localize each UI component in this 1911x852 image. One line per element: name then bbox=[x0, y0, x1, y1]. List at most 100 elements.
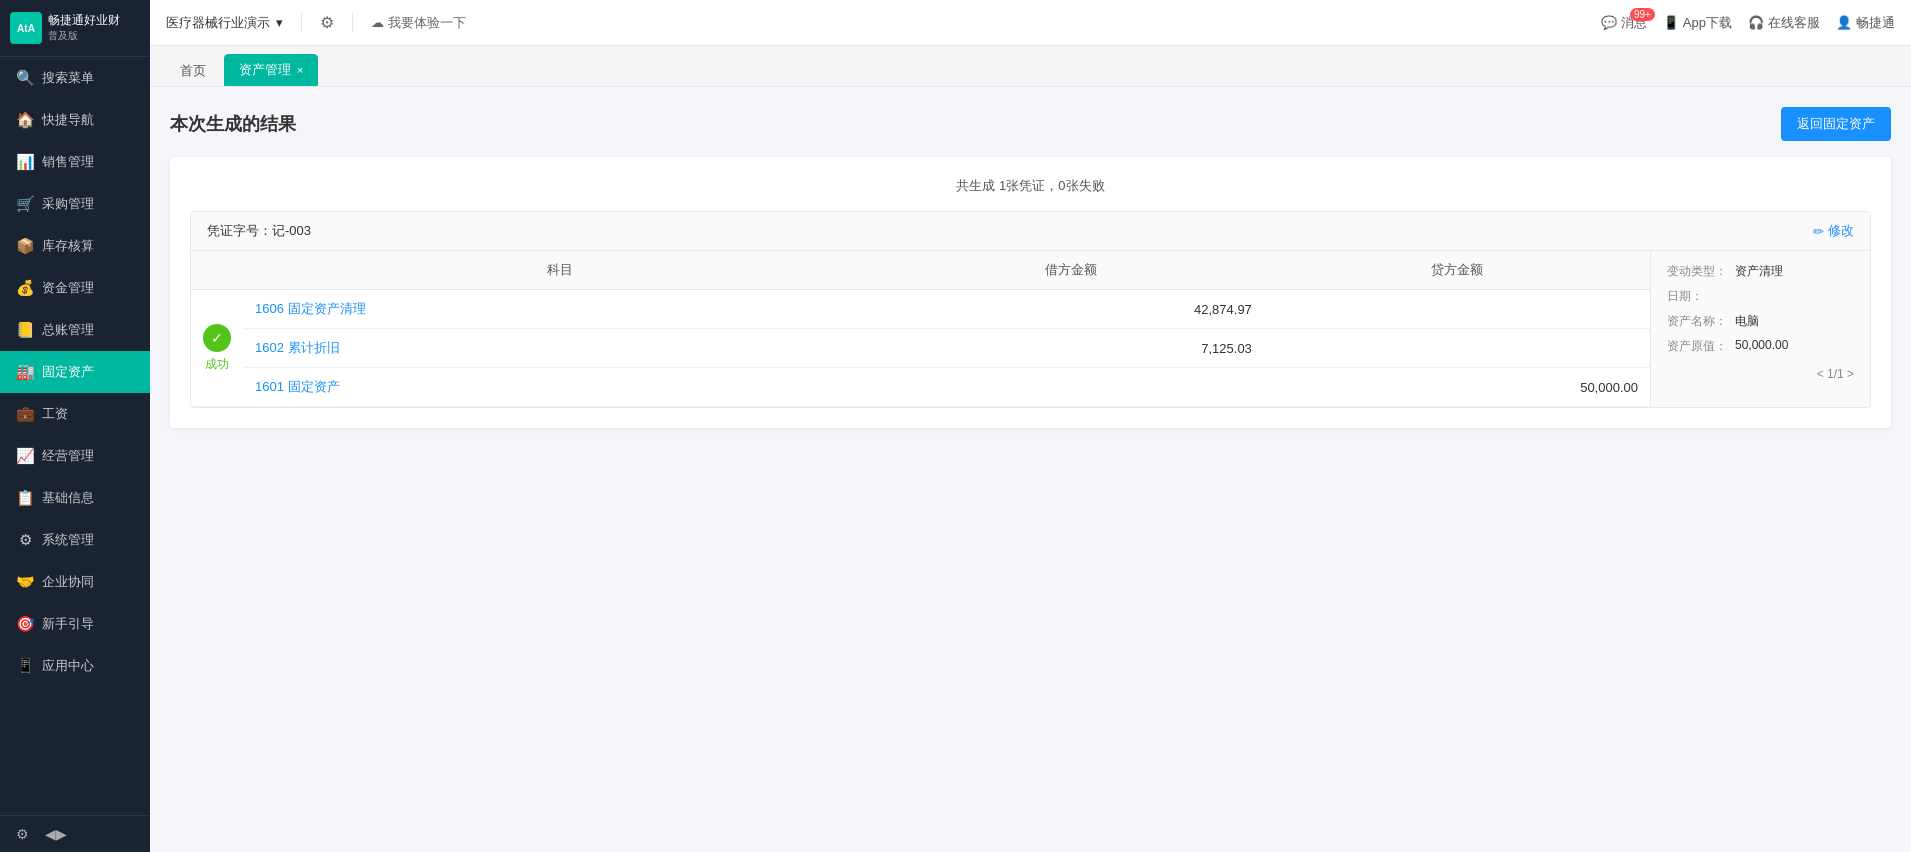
sidebar-logo: AtA 畅捷通好业财 普及版 bbox=[0, 0, 150, 57]
tab-asset-management[interactable]: 资产管理 × bbox=[224, 54, 318, 86]
logo-text: 畅捷通好业财 bbox=[48, 13, 120, 29]
sidebar-item-sales[interactable]: 📊 销售管理 bbox=[0, 141, 150, 183]
table-row: 1602 累计折旧 7,125.03 bbox=[191, 329, 1650, 368]
page-title: 本次生成的结果 bbox=[170, 112, 296, 136]
sidebar-item-label: 经营管理 bbox=[42, 447, 94, 465]
debit-cell: 42,874.97 bbox=[878, 290, 1264, 329]
sidebar-item-quick-nav[interactable]: 🏠 快捷导航 bbox=[0, 99, 150, 141]
basic-info-icon: 📋 bbox=[16, 489, 34, 507]
chevron-down-icon: ▾ bbox=[276, 15, 283, 30]
change-type-value: 资产清理 bbox=[1735, 263, 1783, 280]
operations-icon: 📈 bbox=[16, 447, 34, 465]
sidebar-item-funds[interactable]: 💰 资金管理 bbox=[0, 267, 150, 309]
settings-icon[interactable]: ⚙ bbox=[16, 826, 29, 842]
sidebar-item-purchase[interactable]: 🛒 采购管理 bbox=[0, 183, 150, 225]
tab-home-label: 首页 bbox=[180, 62, 206, 80]
asset-name-label: 资产名称： bbox=[1667, 313, 1727, 330]
sales-icon: 📊 bbox=[16, 153, 34, 171]
debit-cell bbox=[878, 368, 1264, 407]
ledger-icon: 📒 bbox=[16, 321, 34, 339]
tab-asset-label: 资产管理 bbox=[239, 61, 291, 79]
enterprise-icon: 🤝 bbox=[16, 573, 34, 591]
sidebar-item-label: 固定资产 bbox=[42, 363, 94, 381]
system-icon: ⚙ bbox=[16, 531, 34, 549]
col-status bbox=[191, 251, 243, 290]
sidebar-item-app-center[interactable]: 📱 应用中心 bbox=[0, 645, 150, 687]
sidebar-item-inventory[interactable]: 📦 库存核算 bbox=[0, 225, 150, 267]
sidebar-item-system[interactable]: ⚙ 系统管理 bbox=[0, 519, 150, 561]
payroll-icon: 💼 bbox=[16, 405, 34, 423]
fixed-assets-icon: 🏭 bbox=[16, 363, 34, 381]
tab-close-icon[interactable]: × bbox=[297, 64, 303, 76]
phone-icon: 📱 bbox=[1663, 15, 1679, 30]
col-subject: 科目 bbox=[243, 251, 878, 290]
voucher-id: 凭证字号：记-003 bbox=[207, 222, 311, 240]
inventory-icon: 📦 bbox=[16, 237, 34, 255]
return-button[interactable]: 返回固定资产 bbox=[1781, 107, 1891, 141]
content-area: 本次生成的结果 返回固定资产 共生成 1张凭证，0张失败 凭证字号：记-003 … bbox=[150, 87, 1911, 852]
company-selector[interactable]: 医疗器械行业演示 ▾ bbox=[166, 14, 283, 32]
credit-cell bbox=[1264, 329, 1650, 368]
table-row: ✓ 成功 1606 固定资产清理 42,874.97 bbox=[191, 290, 1650, 329]
change-type-row: 变动类型： 资产清理 bbox=[1667, 263, 1854, 280]
sidebar-item-label: 搜索菜单 bbox=[42, 69, 94, 87]
sidebar-item-label: 总账管理 bbox=[42, 321, 94, 339]
sidebar-item-ledger[interactable]: 📒 总账管理 bbox=[0, 309, 150, 351]
credit-cell: 50,000.00 bbox=[1264, 368, 1650, 407]
edit-icon: ✏ bbox=[1813, 224, 1824, 239]
sidebar-item-label: 采购管理 bbox=[42, 195, 94, 213]
settings-icon[interactable]: ⚙ bbox=[320, 13, 334, 32]
sidebar-item-operations[interactable]: 📈 经营管理 bbox=[0, 435, 150, 477]
main-content: 医疗器械行业演示 ▾ ⚙ ☁ 我要体验一下 💬 消息 99+ 📱 App下载 🎧… bbox=[150, 0, 1911, 852]
asset-name-value: 电脑 bbox=[1735, 313, 1759, 330]
search-icon: 🔍 bbox=[16, 69, 34, 87]
voucher-pagination[interactable]: < 1/1 > bbox=[1667, 367, 1854, 381]
tab-home[interactable]: 首页 bbox=[166, 56, 220, 86]
purchase-icon: 🛒 bbox=[16, 195, 34, 213]
voucher-table-container: 科目 借方金额 贷方金额 ✓ 成功 1606 固定资产清理 42,874.9 bbox=[191, 251, 1650, 407]
sidebar-item-label: 资金管理 bbox=[42, 279, 94, 297]
table-row: 1601 固定资产 50,000.00 bbox=[191, 368, 1650, 407]
message-button[interactable]: 💬 消息 99+ bbox=[1601, 14, 1647, 32]
user-menu[interactable]: 👤 畅捷通 bbox=[1836, 14, 1895, 32]
sidebar-item-label: 新手引导 bbox=[42, 615, 94, 633]
credit-cell bbox=[1264, 290, 1650, 329]
sidebar-item-fixed-assets[interactable]: 🏭 固定资产 bbox=[0, 351, 150, 393]
sidebar-item-basic-info[interactable]: 📋 基础信息 bbox=[0, 477, 150, 519]
col-credit: 贷方金额 bbox=[1264, 251, 1650, 290]
topbar-right: 💬 消息 99+ 📱 App下载 🎧 在线客服 👤 畅捷通 bbox=[1601, 14, 1895, 32]
collapse-icon[interactable]: ◀▶ bbox=[45, 826, 67, 842]
company-name: 医疗器械行业演示 bbox=[166, 14, 270, 32]
sidebar-item-label: 销售管理 bbox=[42, 153, 94, 171]
divider-2 bbox=[352, 13, 353, 33]
guide-icon: 🎯 bbox=[16, 615, 34, 633]
original-value-value: 50,000.00 bbox=[1735, 338, 1788, 355]
date-label: 日期： bbox=[1667, 288, 1703, 305]
sidebar-item-guide[interactable]: 🎯 新手引导 bbox=[0, 603, 150, 645]
result-card: 共生成 1张凭证，0张失败 凭证字号：记-003 ✏ 修改 bbox=[170, 157, 1891, 428]
voucher-header: 凭证字号：记-003 ✏ 修改 bbox=[191, 212, 1870, 251]
tabbar: 首页 资产管理 × bbox=[150, 46, 1911, 87]
sidebar-item-label: 基础信息 bbox=[42, 489, 94, 507]
message-icon: 💬 bbox=[1601, 15, 1617, 30]
sidebar-item-label: 企业协同 bbox=[42, 573, 94, 591]
sidebar-item-enterprise[interactable]: 🤝 企业协同 bbox=[0, 561, 150, 603]
sidebar-item-label: 应用中心 bbox=[42, 657, 94, 675]
subject-cell: 1602 累计折旧 bbox=[243, 329, 878, 368]
success-circle-icon: ✓ bbox=[203, 324, 231, 352]
original-value-label: 资产原值： bbox=[1667, 338, 1727, 355]
quick-nav-icon: 🏠 bbox=[16, 111, 34, 129]
success-label: 成功 bbox=[205, 356, 229, 373]
sidebar-item-search[interactable]: 🔍 搜索菜单 bbox=[0, 57, 150, 99]
sidebar: AtA 畅捷通好业财 普及版 🔍 搜索菜单 🏠 快捷导航 📊 销售管理 🛒 采购… bbox=[0, 0, 150, 852]
message-badge: 99+ bbox=[1630, 8, 1655, 21]
app-download-button[interactable]: 📱 App下载 bbox=[1663, 14, 1732, 32]
sidebar-item-payroll[interactable]: 💼 工资 bbox=[0, 393, 150, 435]
experience-button[interactable]: ☁ 我要体验一下 bbox=[371, 14, 466, 32]
topbar: 医疗器械行业演示 ▾ ⚙ ☁ 我要体验一下 💬 消息 99+ 📱 App下载 🎧… bbox=[150, 0, 1911, 46]
logo-sub: 普及版 bbox=[48, 29, 120, 43]
edit-voucher-button[interactable]: ✏ 修改 bbox=[1813, 222, 1854, 240]
online-service-button[interactable]: 🎧 在线客服 bbox=[1748, 14, 1820, 32]
sidebar-item-label: 系统管理 bbox=[42, 531, 94, 549]
logo-icon: AtA bbox=[10, 12, 42, 44]
